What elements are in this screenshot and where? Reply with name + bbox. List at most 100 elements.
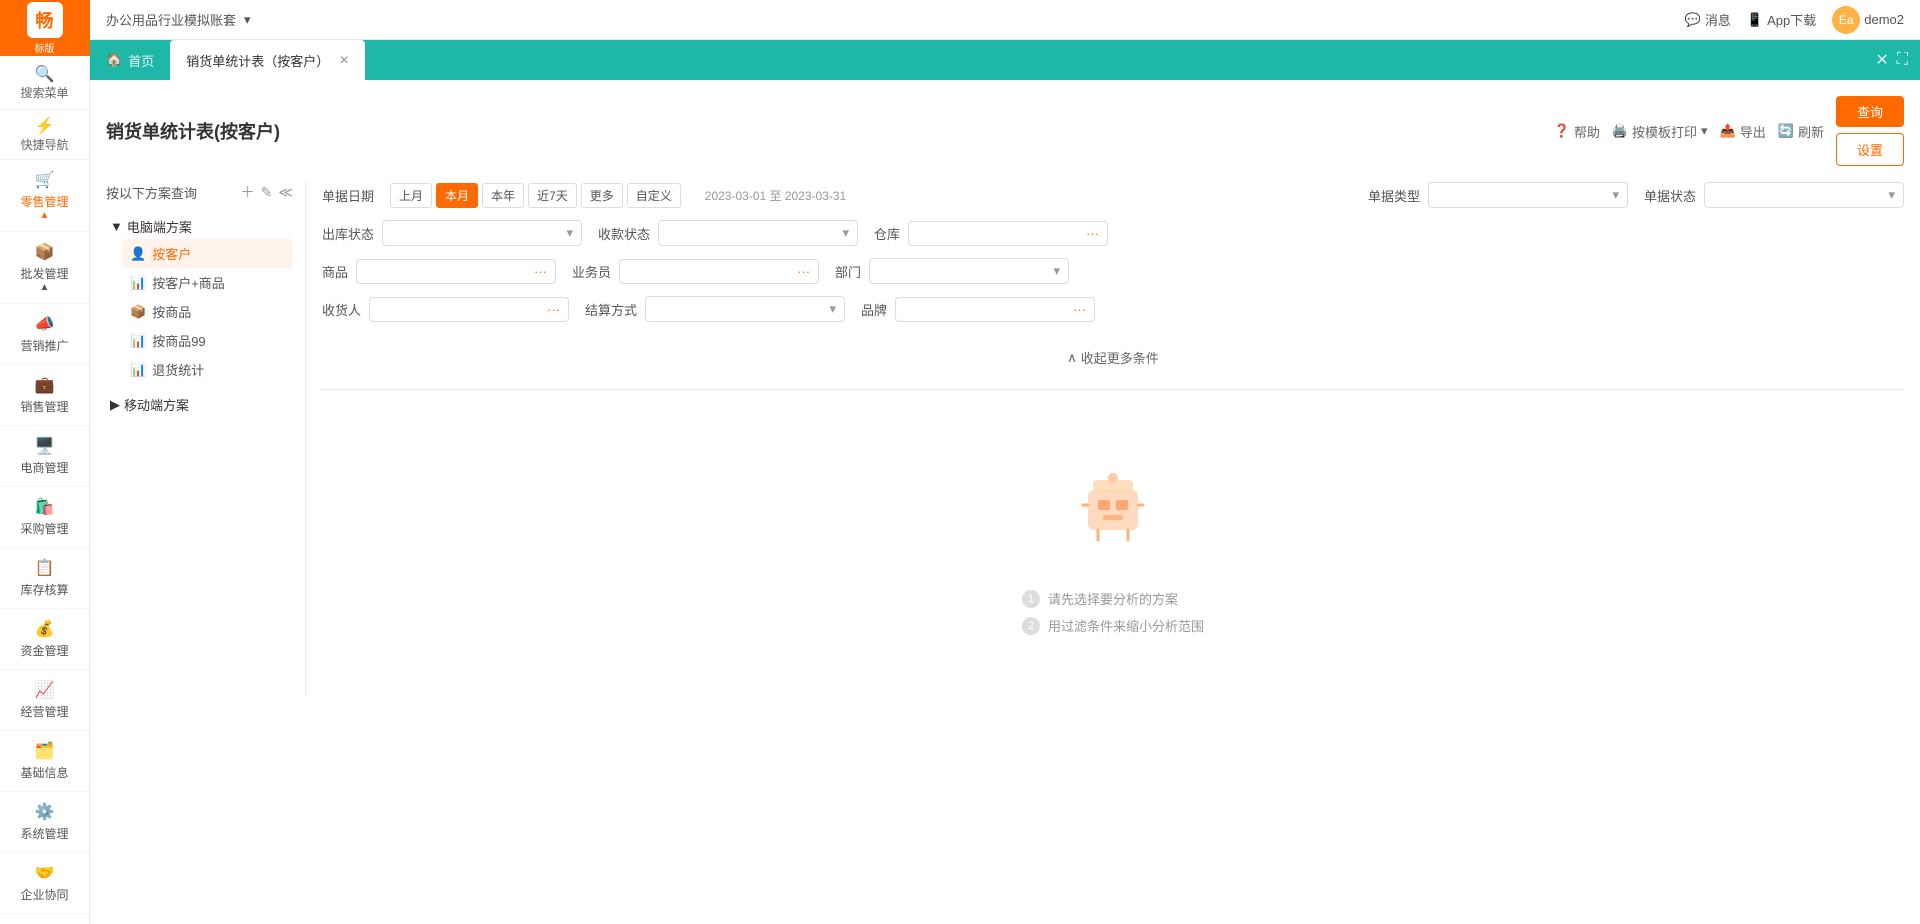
ecommerce-icon: 🖥️ (35, 436, 55, 456)
export-button[interactable]: 📤 导出 (1720, 122, 1766, 141)
add-scheme-icon[interactable]: ＋ (241, 182, 255, 202)
leaf-icon-goods-99: 📊 (130, 333, 146, 349)
sidebar-item-base[interactable]: 🗂️ 基础信息 (0, 731, 89, 792)
tree-leaf-by-goods[interactable]: 📦 按商品 (122, 297, 293, 326)
tree-leaf-by-goods-99[interactable]: 📊 按商品99 (122, 326, 293, 355)
left-panel-header: 按以下方案查询 ＋ ✎ ≪ (106, 182, 293, 202)
receiver-dots[interactable]: ··· (547, 302, 560, 317)
empty-svg-icon (1063, 450, 1163, 550)
sidebar-item-enterprise[interactable]: 🤝 企业协同 (0, 853, 89, 914)
brand-label: 品牌 (861, 300, 887, 319)
tab-home[interactable]: 🏠 首页 (90, 40, 170, 80)
order-status-select[interactable]: ▾ (1704, 182, 1904, 208)
settings-button[interactable]: 设置 (1836, 133, 1904, 166)
settlement-select[interactable]: ▾ (645, 296, 845, 322)
date-btn-this-month[interactable]: 本月 (436, 183, 478, 208)
tree-desktop-header[interactable]: ▼ 电脑端方案 (106, 214, 293, 239)
tree-leaf-return-stat[interactable]: 📊 退货统计 (122, 355, 293, 384)
sidebar-item-newbie[interactable]: 🆕 新手引导 (0, 914, 89, 924)
date-btn-last7[interactable]: 近7天 (528, 183, 577, 208)
collapse-button[interactable]: ∧ 收起更多条件 (1067, 342, 1159, 373)
receipt-status-select[interactable]: ▾ (658, 220, 858, 246)
order-type-label: 单据类型 (1368, 186, 1420, 205)
date-btn-more[interactable]: 更多 (581, 183, 623, 208)
leaf-icon-return: 📊 (130, 362, 146, 378)
tree-leaf-by-customer[interactable]: 👤 按客户 (122, 239, 293, 268)
finance-icon: 💰 (35, 619, 55, 639)
date-btn-this-year[interactable]: 本年 (482, 183, 524, 208)
system-icon: ⚙️ (35, 802, 55, 822)
sidebar-item-operations[interactable]: 📈 经营管理 (0, 670, 89, 731)
date-buttons-group: 上月 本月 本年 近7天 更多 自定义 (390, 183, 681, 208)
tip-text-2: 用过滤条件来缩小分析范围 (1048, 616, 1204, 635)
empty-tip-2: 2 用过滤条件来缩小分析范围 (1022, 616, 1204, 635)
filter-row-goods: 商品 ··· 业务员 ··· 部门 (322, 258, 1904, 284)
out-status-select[interactable]: ▾ (382, 220, 582, 246)
tree-leaf-by-customer-goods[interactable]: 📊 按客户+商品 (122, 268, 293, 297)
filter-row-date: 单据日期 上月 本月 本年 近7天 更多 自定义 2023-03-01 至 20… (322, 182, 1904, 208)
sidebar-item-finance[interactable]: 💰 资金管理 (0, 609, 89, 670)
purchase-icon: 🛍️ (35, 497, 55, 517)
operations-icon: 📈 (35, 680, 55, 700)
salesperson-filter: 业务员 ··· (572, 259, 819, 284)
sidebar-item-purchase[interactable]: 🛍️ 采购管理 (0, 487, 89, 548)
warehouse-label: 仓库 (874, 224, 900, 243)
date-btn-custom[interactable]: 自定义 (627, 183, 681, 208)
topbar: 办公用品行业模拟账套 ▾ 💬 消息 📱 App下载 Ea demo2 (90, 0, 1920, 40)
help-button[interactable]: ❓ 帮助 (1554, 122, 1600, 141)
app-download-button[interactable]: 📱 App下载 (1747, 10, 1816, 29)
tip-text-1: 请先选择要分析的方案 (1048, 589, 1178, 608)
leaf-label-return: 退货统计 (152, 360, 204, 379)
left-panel-title: 按以下方案查询 (106, 183, 197, 202)
sidebar-item-marketing[interactable]: 📣 营销推广 (0, 304, 89, 365)
sidebar-item-wholesale[interactable]: 📦 批发管理 ▲ (0, 232, 89, 304)
goods-dots[interactable]: ··· (534, 264, 547, 279)
print-button[interactable]: 🖨️ 按模板打印 ▾ (1612, 122, 1708, 141)
search-menu[interactable]: 🔍 搜索菜单 (0, 56, 89, 110)
collapse-left-icon[interactable]: ≪ (278, 184, 293, 201)
out-status-label: 出库状态 (322, 224, 374, 243)
edit-scheme-icon[interactable]: ✎ (261, 184, 273, 201)
tree-mobile-header[interactable]: ▶ 移动端方案 (106, 392, 293, 417)
brand-select[interactable]: ··· (895, 297, 1095, 322)
date-range-value: 2023-03-01 至 2023-03-31 (705, 187, 846, 204)
empty-tip-1: 1 请先选择要分析的方案 (1022, 589, 1204, 608)
warehouse-dots[interactable]: ··· (1086, 226, 1099, 241)
receiver-select[interactable]: ··· (369, 297, 569, 322)
sidebar-item-inventory[interactable]: 📋 库存核算 (0, 548, 89, 609)
tab-sales-stat-label: 销货单统计表（按客户） (186, 51, 329, 70)
leaf-icon-customer-goods: 📊 (130, 275, 146, 291)
sidebar-item-ecommerce[interactable]: 🖥️ 电商管理 (0, 426, 89, 487)
warehouse-select[interactable]: ··· (908, 221, 1108, 246)
sidebar-item-system[interactable]: ⚙️ 系统管理 (0, 792, 89, 853)
home-icon: 🏠 (106, 52, 122, 68)
app-download-label: App下载 (1767, 10, 1816, 29)
tab-maximize-icon[interactable]: ⛶ (1897, 51, 1908, 69)
dept-select[interactable]: ▾ (869, 258, 1069, 284)
tab-sales-stat[interactable]: 销货单统计表（按客户） ✕ (170, 40, 365, 80)
query-button[interactable]: 查询 (1836, 96, 1904, 127)
out-status-filter: 出库状态 ▾ (322, 220, 582, 246)
tab-close-all-icon[interactable]: ✕ (1875, 50, 1888, 70)
user-profile[interactable]: Ea demo2 (1832, 6, 1904, 34)
date-btn-last-month[interactable]: 上月 (390, 183, 432, 208)
quick-nav[interactable]: ⚡ 快捷导航 (0, 110, 89, 160)
settlement-label: 结算方式 (585, 300, 637, 319)
tree-desktop-group: ▼ 电脑端方案 👤 按客户 📊 按客户+商品 📦 (106, 210, 293, 388)
download-icon: 📱 (1747, 12, 1763, 28)
tree-mobile-expand-icon: ▶ (110, 397, 120, 413)
sidebar-item-retail[interactable]: 🛒 零售管理 ▲ (0, 160, 89, 232)
salesperson-dots[interactable]: ··· (797, 264, 810, 279)
refresh-button[interactable]: 🔄 刷新 (1778, 122, 1824, 141)
sidebar-item-sales[interactable]: 💼 销售管理 (0, 365, 89, 426)
logo-icon: 畅 (27, 2, 63, 38)
salesperson-select[interactable]: ··· (619, 259, 819, 284)
goods-select[interactable]: ··· (356, 259, 556, 284)
order-type-select[interactable]: ▾ (1428, 182, 1628, 208)
tree-mobile-group: ▶ 移动端方案 (106, 388, 293, 421)
message-button[interactable]: 💬 消息 (1685, 10, 1731, 29)
topbar-dropdown-icon[interactable]: ▾ (244, 12, 251, 28)
tab-close-icon[interactable]: ✕ (339, 53, 349, 67)
marketing-icon: 📣 (35, 314, 55, 334)
brand-dots[interactable]: ··· (1073, 302, 1086, 317)
